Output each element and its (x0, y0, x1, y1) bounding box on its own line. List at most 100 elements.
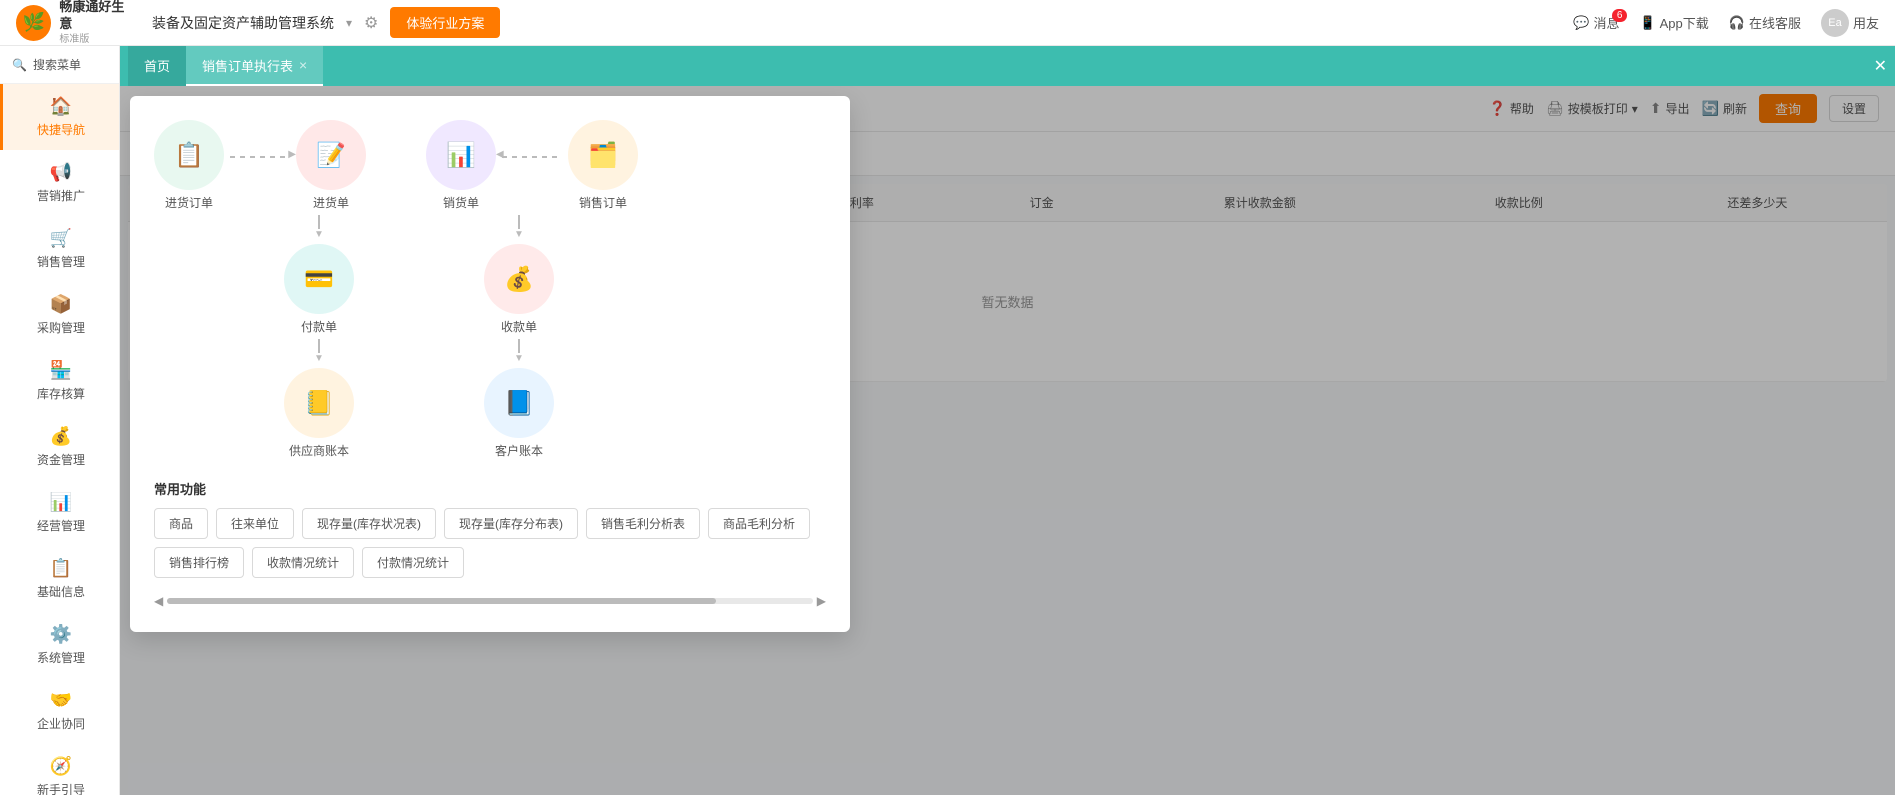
basic-info-icon: 📋 (50, 558, 72, 579)
content-area: 首页 销售订单执行表 × ✕ ❓ 帮助 🖨 按模板打印 ▾ (120, 46, 1895, 795)
sales-bill-label: 销货单 (443, 194, 479, 211)
flow-node-sales-order[interactable]: 🗂️ 销售订单 (568, 120, 638, 211)
mobile-icon: 📱 (1639, 15, 1655, 31)
func-btn-sales-rank[interactable]: 销售排行榜 (154, 547, 244, 578)
sidebar-item-finance[interactable]: 💰 资金管理 (0, 414, 119, 480)
popup-overlay[interactable]: 📋 进货订单 ▶ 📝 (120, 86, 1895, 795)
sales-order-circle: 🗂️ (568, 120, 638, 190)
online-service-item[interactable]: 🎧 在线客服 (1729, 13, 1801, 32)
sidebar-item-system[interactable]: ⚙️ 系统管理 (0, 612, 119, 678)
sidebar-item-operation[interactable]: 📊 经营管理 (0, 480, 119, 546)
sidebar-item-label: 系统管理 (37, 649, 85, 666)
try-industry-button[interactable]: 体验行业方案 (390, 7, 500, 38)
sidebar-item-marketing[interactable]: 📢 营销推广 (0, 150, 119, 216)
flow-node-purchase-order[interactable]: 📋 进货订单 (154, 120, 224, 211)
sidebar-item-label: 基础信息 (37, 583, 85, 600)
down-arrow-receipt: ▼ (484, 339, 554, 364)
close-all-tabs-icon[interactable]: ✕ (1874, 56, 1887, 76)
func-btn-partner[interactable]: 往来单位 (216, 508, 294, 539)
sales-icon: 🛒 (50, 228, 72, 249)
payment-bill-label: 付款单 (301, 318, 337, 335)
logo-icon: 🌿 (16, 5, 51, 41)
gear-icon[interactable]: ⚙ (364, 13, 378, 33)
down-arrow-payment: ▼ (284, 339, 354, 364)
inner-page: ❓ 帮助 🖨 按模板打印 ▾ ⬆ 导出 🔄 刷新 查询 设置 (120, 86, 1895, 795)
online-service-label: 在线客服 (1749, 13, 1801, 32)
tab-home[interactable]: 首页 (128, 46, 186, 86)
main-layout: 🔍 搜索菜单 🏠 快捷导航 📢 营销推广 🛒 销售管理 📦 采购管理 🏪 库存核… (0, 46, 1895, 795)
func-btn-stock-dist[interactable]: 现存量(库存分布表) (444, 508, 578, 539)
flow-node-sales-bill[interactable]: 📊 销货单 (426, 120, 496, 211)
dropdown-arrow-icon[interactable]: ▾ (346, 16, 352, 30)
purchase-bill-circle: 📝 (296, 120, 366, 190)
logo-text: 畅康通好生意 标准版 (59, 0, 136, 46)
sidebar-item-label: 新手引导 (37, 781, 85, 795)
function-buttons-container-2: 销售排行榜 收款情况统计 付款情况统计 (154, 547, 826, 578)
header-center: 装备及固定资产辅助管理系统 ▾ ⚙ 体验行业方案 (136, 7, 1573, 38)
logo-sub: 标准版 (59, 33, 136, 46)
common-functions-section: 常用功能 商品 往来单位 现存量(库存状况表) 现存量(库存分布表) 销售毛利分… (154, 479, 826, 578)
scrollbar-track[interactable] (167, 598, 813, 604)
sidebar-item-collab[interactable]: 🤝 企业协同 (0, 678, 119, 744)
tab-bar: 首页 销售订单执行表 × ✕ (120, 46, 1895, 86)
purchase-bill-label: 进货单 (313, 194, 349, 211)
common-functions-title: 常用功能 (154, 479, 826, 498)
sidebar-item-label: 企业协同 (37, 715, 85, 732)
supplier-ledger-circle: 📒 (284, 368, 354, 438)
quick-nav-icon: 🏠 (50, 96, 72, 117)
sidebar-item-sales[interactable]: 🛒 销售管理 (0, 216, 119, 282)
user-item[interactable]: Ea 用友 (1821, 9, 1879, 37)
sidebar: 🔍 搜索菜单 🏠 快捷导航 📢 营销推广 🛒 销售管理 📦 采购管理 🏪 库存核… (0, 46, 120, 795)
arrow-to-purchase-bill: ▶ (230, 156, 290, 158)
sidebar-item-label: 库存核算 (37, 385, 85, 402)
operation-icon: 📊 (50, 492, 72, 513)
sidebar-item-purchase[interactable]: 📦 采购管理 (0, 282, 119, 348)
newbie-icon: 🧭 (50, 756, 72, 777)
supplier-ledger-label: 供应商账本 (289, 442, 349, 459)
scrollbar-thumb (167, 598, 716, 604)
scroll-right-icon[interactable]: ▶ (817, 594, 826, 608)
sidebar-item-newbie[interactable]: 🧭 新手引导 (0, 744, 119, 795)
func-btn-stock-status[interactable]: 现存量(库存状况表) (302, 508, 436, 539)
down-arrow-purchase-bill: ▼ (284, 215, 354, 240)
arrow-from-sales-order: ◀ (502, 156, 562, 158)
tab-close-icon[interactable]: × (299, 57, 307, 73)
flow-node-customer-ledger[interactable]: 📘 客户账本 (484, 368, 554, 459)
service-icon: 🎧 (1729, 15, 1745, 31)
flow-node-purchase-bill[interactable]: 📝 进货单 (296, 120, 366, 211)
app-download-label: App下载 (1660, 13, 1709, 32)
func-btn-product[interactable]: 商品 (154, 508, 208, 539)
logo-main: 畅康通好生意 (59, 0, 136, 33)
purchase-order-circle: 📋 (154, 120, 224, 190)
function-buttons-container: 商品 往来单位 现存量(库存状况表) 现存量(库存分布表) 销售毛利分析表 商品… (154, 508, 826, 539)
system-title: 装备及固定资产辅助管理系统 (152, 13, 334, 33)
app-download-item[interactable]: 📱 App下载 (1639, 13, 1708, 32)
flow-node-payment-bill[interactable]: 💳 付款单 (284, 244, 354, 335)
flow-node-supplier-ledger[interactable]: 📒 供应商账本 (284, 368, 354, 459)
func-btn-product-margin[interactable]: 商品毛利分析 (708, 508, 810, 539)
flow-node-receipt-bill[interactable]: 💰 收款单 (484, 244, 554, 335)
top-header: 🌿 畅康通好生意 标准版 装备及固定资产辅助管理系统 ▾ ⚙ 体验行业方案 💬 … (0, 0, 1895, 46)
finance-icon: 💰 (50, 426, 72, 447)
func-btn-sales-margin[interactable]: 销售毛利分析表 (586, 508, 700, 539)
header-right: 💬 6 消息 📱 App下载 🎧 在线客服 Ea 用友 (1573, 9, 1879, 37)
message-item[interactable]: 💬 6 消息 (1573, 13, 1619, 32)
sales-order-tab-label: 销售订单执行表 (202, 56, 293, 75)
sidebar-item-quick-nav[interactable]: 🏠 快捷导航 (0, 84, 119, 150)
sidebar-item-label: 经营管理 (37, 517, 85, 534)
purchase-order-label: 进货订单 (165, 194, 213, 211)
message-badge: 6 (1612, 9, 1628, 22)
home-tab-label: 首页 (144, 56, 170, 75)
inventory-icon: 🏪 (50, 360, 72, 381)
sidebar-item-label: 资金管理 (37, 451, 85, 468)
func-btn-payment-stat[interactable]: 付款情况统计 (362, 547, 464, 578)
scroll-left-icon[interactable]: ◀ (154, 594, 163, 608)
sidebar-item-basic-info[interactable]: 📋 基础信息 (0, 546, 119, 612)
func-btn-receipt-stat[interactable]: 收款情况统计 (252, 547, 354, 578)
sidebar-item-inventory[interactable]: 🏪 库存核算 (0, 348, 119, 414)
customer-ledger-label: 客户账本 (495, 442, 543, 459)
tab-sales-order-exec[interactable]: 销售订单执行表 × (186, 46, 323, 86)
popup-box: 📋 进货订单 ▶ 📝 (130, 96, 850, 632)
popup-scrollbar-container: ◀ ▶ (154, 594, 826, 608)
search-menu-item[interactable]: 🔍 搜索菜单 (0, 46, 119, 84)
